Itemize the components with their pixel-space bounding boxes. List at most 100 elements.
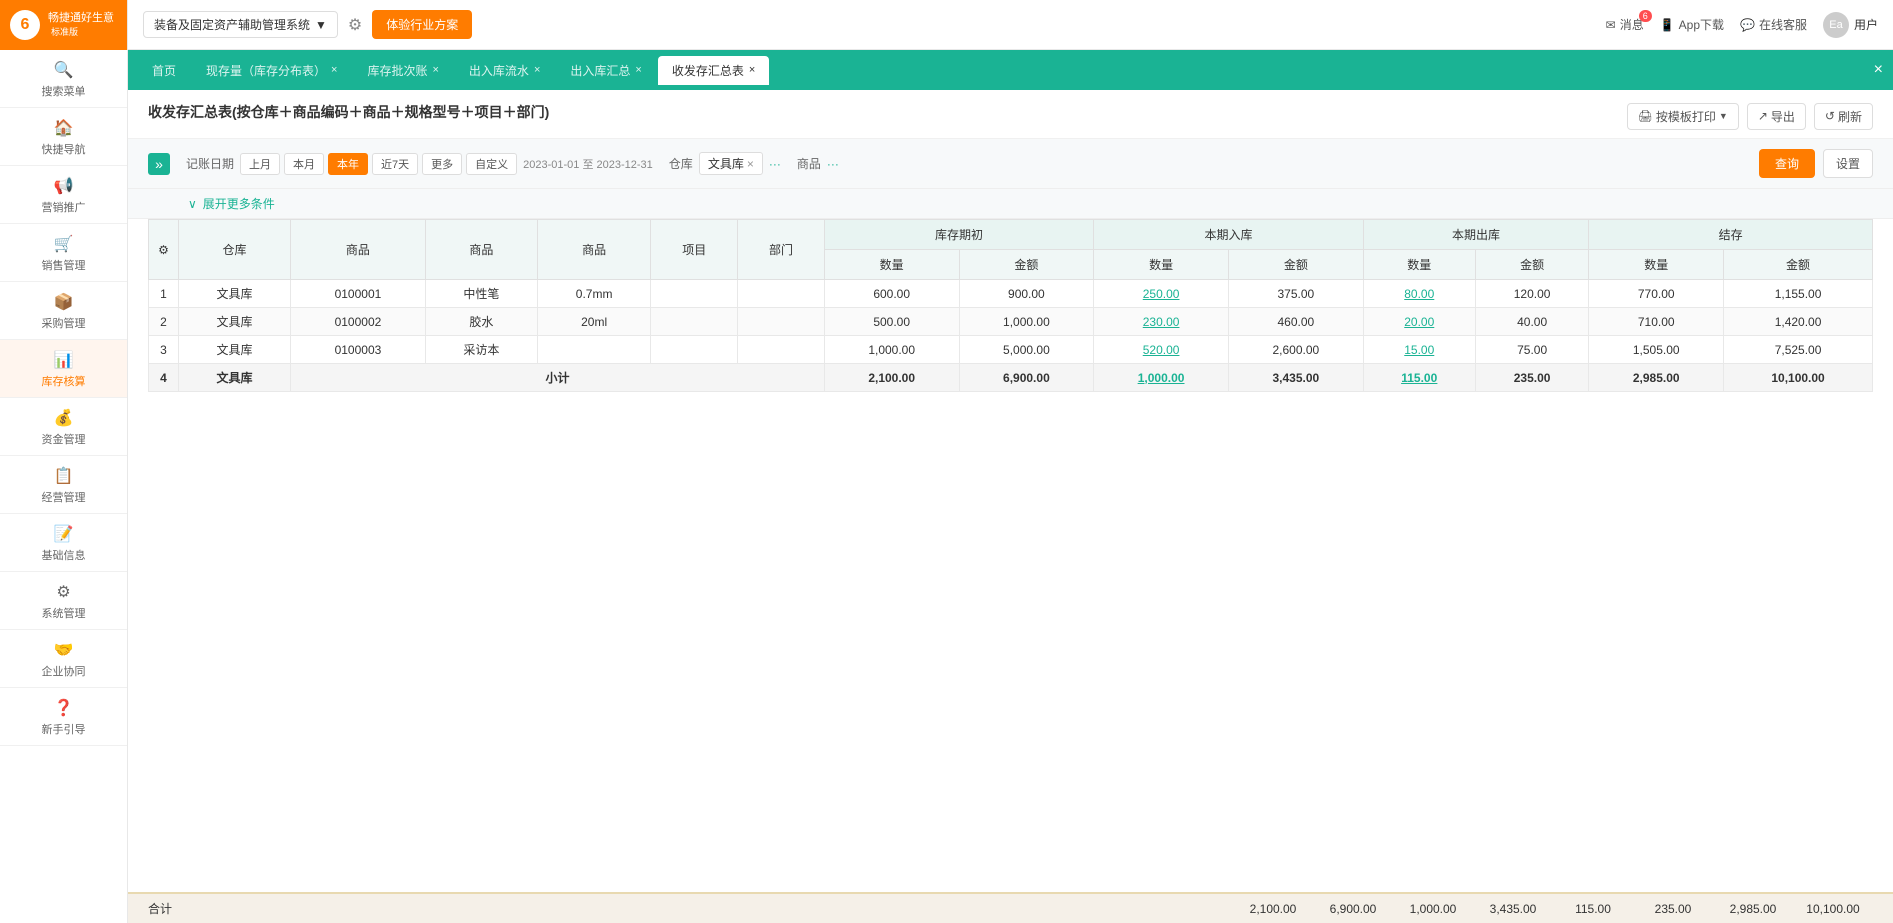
tab-close-inventory-dist[interactable]: × bbox=[331, 64, 337, 76]
gear-icon[interactable]: ⚙ bbox=[348, 15, 362, 35]
logo-text: 畅捷通好生意 标准版 bbox=[48, 11, 114, 40]
finance-icon: 💰 bbox=[54, 408, 74, 428]
sidebar-logo: 6 畅捷通好生意 标准版 bbox=[0, 0, 127, 50]
cell-in-amt: 375.00 bbox=[1228, 280, 1363, 308]
tab-close-inout-summary[interactable]: × bbox=[635, 64, 641, 76]
subtotal-in-qty[interactable]: 1,000.00 bbox=[1094, 364, 1229, 392]
tab-inout-flow[interactable]: 出入库流水 × bbox=[455, 56, 554, 85]
subtotal-out-amt: 235.00 bbox=[1475, 364, 1589, 392]
online-service-btn[interactable]: 💬 在线客服 bbox=[1740, 16, 1807, 33]
tab-close-inout-flow[interactable]: × bbox=[534, 64, 540, 76]
sidebar-item-sales[interactable]: 🛒 销售管理 bbox=[0, 224, 127, 282]
query-btn[interactable]: 查询 bbox=[1759, 149, 1815, 178]
system-name: 装备及固定资产辅助管理系统 bbox=[154, 16, 310, 33]
sidebar-item-label: 库存核算 bbox=[42, 373, 86, 389]
date-btn-more[interactable]: 更多 bbox=[422, 153, 462, 175]
th-goods-spec: 商品 bbox=[537, 220, 651, 280]
sidebar-item-purchase[interactable]: 📦 采购管理 bbox=[0, 282, 127, 340]
tab-inout-summary[interactable]: 出入库汇总 × bbox=[556, 56, 655, 85]
cell-warehouse: 文具库 bbox=[179, 308, 291, 336]
date-btn-7days[interactable]: 近7天 bbox=[372, 153, 418, 175]
filter-expand-btn[interactable]: » bbox=[148, 153, 170, 175]
user-profile[interactable]: Ea 用户 bbox=[1823, 12, 1878, 38]
sidebar-item-marketing[interactable]: 📢 营销推广 bbox=[0, 166, 127, 224]
goods-more-btn[interactable]: ··· bbox=[827, 157, 839, 171]
logo-icon: 6 bbox=[10, 10, 40, 40]
main-area: 装备及固定资产辅助管理系统 ▼ ⚙ 体验行业方案 ✉ 消息 6 📱 App下载 … bbox=[128, 0, 1893, 923]
setting-btn[interactable]: 设置 bbox=[1823, 149, 1873, 178]
sidebar-item-label: 营销推广 bbox=[42, 199, 86, 215]
warehouse-more-btn[interactable]: ··· bbox=[769, 157, 781, 171]
sidebar-item-inventory[interactable]: 📊 库存核算 bbox=[0, 340, 127, 398]
page-header: 收发存汇总表(按仓库＋商品编码＋商品＋规格型号＋项目＋部门) 🖨 按模板打印 ▼… bbox=[128, 90, 1893, 139]
cell-project bbox=[651, 308, 738, 336]
sidebar-item-enterprise[interactable]: 🤝 企业协同 bbox=[0, 630, 127, 688]
close-all-tabs-btn[interactable]: × bbox=[1874, 61, 1883, 79]
sidebar-item-basic[interactable]: 📝 基础信息 bbox=[0, 514, 127, 572]
date-btn-this-month[interactable]: 本月 bbox=[284, 153, 324, 175]
cell-close-qty: 1,505.00 bbox=[1589, 336, 1724, 364]
cell-goods-spec: 20ml bbox=[537, 308, 651, 336]
sidebar-item-label: 系统管理 bbox=[42, 605, 86, 621]
refresh-btn[interactable]: ↺ 刷新 bbox=[1814, 103, 1873, 130]
export-btn[interactable]: ↗ 导出 bbox=[1747, 103, 1806, 130]
date-btn-last-month[interactable]: 上月 bbox=[240, 153, 280, 175]
sidebar-item-quick[interactable]: 🏠 快捷导航 bbox=[0, 108, 127, 166]
message-icon: ✉ bbox=[1606, 18, 1616, 32]
cell-in-qty[interactable]: 520.00 bbox=[1094, 336, 1229, 364]
cell-out-qty[interactable]: 20.00 bbox=[1363, 308, 1475, 336]
service-icon: 💬 bbox=[1740, 18, 1755, 32]
tab-home[interactable]: 首页 bbox=[138, 56, 190, 85]
topbar: 装备及固定资产辅助管理系统 ▼ ⚙ 体验行业方案 ✉ 消息 6 📱 App下载 … bbox=[128, 0, 1893, 50]
refresh-icon: ↺ bbox=[1825, 109, 1835, 123]
subtotal-warehouse: 文具库 bbox=[179, 364, 291, 392]
cell-dept bbox=[738, 308, 825, 336]
date-filter-group: 记账日期 上月 本月 本年 近7天 更多 自定义 2023-01-01 至 20… bbox=[186, 153, 653, 175]
sidebar-item-guide[interactable]: ❓ 新手引导 bbox=[0, 688, 127, 746]
tab-recv-send[interactable]: 收发存汇总表 × bbox=[658, 56, 769, 85]
cell-in-amt: 2,600.00 bbox=[1228, 336, 1363, 364]
basic-icon: 📝 bbox=[54, 524, 74, 544]
tab-close-batch[interactable]: × bbox=[432, 64, 438, 76]
cell-in-qty[interactable]: 230.00 bbox=[1094, 308, 1229, 336]
system-select[interactable]: 装备及固定资产辅助管理系统 ▼ bbox=[143, 11, 338, 38]
th-settings[interactable]: ⚙ bbox=[149, 220, 179, 280]
th-open-amt: 金额 bbox=[959, 250, 1094, 280]
search-icon: 🔍 bbox=[54, 60, 74, 80]
enterprise-icon: 🤝 bbox=[54, 640, 74, 660]
tab-close-recv-send[interactable]: × bbox=[749, 64, 755, 76]
sidebar-item-search[interactable]: 🔍 搜索菜单 bbox=[0, 50, 127, 108]
message-btn[interactable]: ✉ 消息 6 bbox=[1606, 16, 1644, 33]
expand-more-btn[interactable]: ∨ 展开更多条件 bbox=[128, 189, 1893, 219]
footer-open-amt: 6,900.00 bbox=[1313, 902, 1393, 916]
cell-open-amt: 5,000.00 bbox=[959, 336, 1094, 364]
warehouse-tag-close[interactable]: × bbox=[747, 157, 754, 171]
experience-btn[interactable]: 体验行业方案 bbox=[372, 10, 472, 39]
goods-filter-group: 商品 ··· bbox=[797, 155, 839, 172]
warehouse-tag[interactable]: 文具库 × bbox=[699, 152, 763, 175]
tab-batch[interactable]: 库存批次账 × bbox=[353, 56, 452, 85]
guide-icon: ❓ bbox=[54, 698, 74, 718]
date-btn-custom[interactable]: 自定义 bbox=[466, 153, 517, 175]
cell-close-amt: 1,420.00 bbox=[1724, 308, 1873, 336]
marketing-icon: 📢 bbox=[54, 176, 74, 196]
app-download-btn[interactable]: 📱 App下载 bbox=[1660, 16, 1724, 33]
cell-in-amt: 460.00 bbox=[1228, 308, 1363, 336]
subtotal-open-qty: 2,100.00 bbox=[824, 364, 959, 392]
table-row: 2 文具库 0100002 胶水 20ml 500.00 1,000.00 23… bbox=[149, 308, 1873, 336]
page-title: 收发存汇总表(按仓库＋商品编码＋商品＋规格型号＋项目＋部门) bbox=[148, 102, 549, 122]
filter-action-btns: 查询 设置 bbox=[1759, 149, 1873, 178]
sidebar-item-system[interactable]: ⚙ 系统管理 bbox=[0, 572, 127, 630]
sidebar-item-operations[interactable]: 📋 经营管理 bbox=[0, 456, 127, 514]
purchase-icon: 📦 bbox=[54, 292, 74, 312]
tab-inventory-dist[interactable]: 现存量（库存分布表） × bbox=[192, 56, 351, 85]
cell-out-qty[interactable]: 15.00 bbox=[1363, 336, 1475, 364]
th-open-qty: 数量 bbox=[824, 250, 959, 280]
subtotal-out-qty[interactable]: 115.00 bbox=[1363, 364, 1475, 392]
print-btn[interactable]: 🖨 按模板打印 ▼ bbox=[1627, 103, 1739, 130]
cell-in-qty[interactable]: 250.00 bbox=[1094, 280, 1229, 308]
sidebar-item-finance[interactable]: 💰 资金管理 bbox=[0, 398, 127, 456]
subtotal-label: 小计 bbox=[291, 364, 825, 392]
cell-out-qty[interactable]: 80.00 bbox=[1363, 280, 1475, 308]
date-btn-this-year[interactable]: 本年 bbox=[328, 153, 368, 175]
